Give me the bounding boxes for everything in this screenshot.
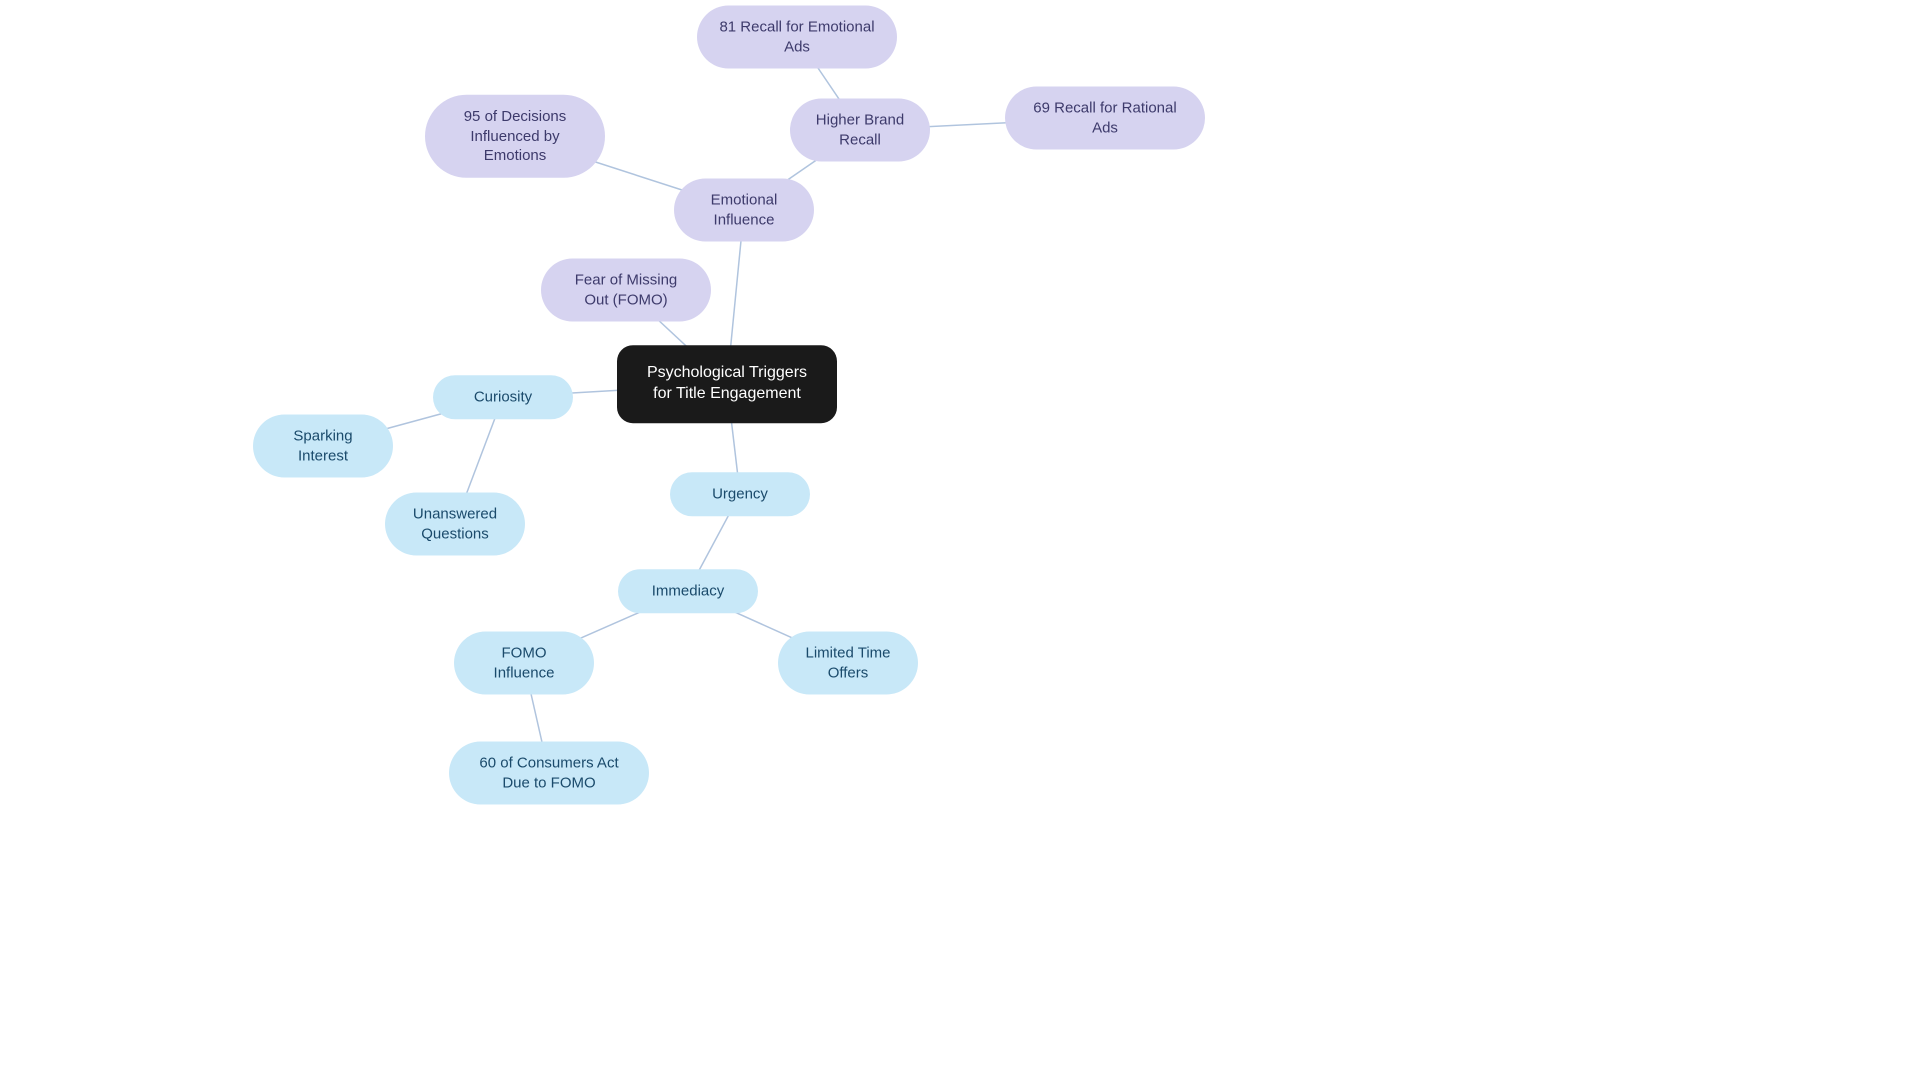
node-urgency[interactable]: Urgency bbox=[670, 472, 810, 516]
node-sparking_interest[interactable]: Sparking Interest bbox=[253, 415, 393, 478]
node-label-decisions_emotions: 95 of Decisions Influenced by Emotions bbox=[445, 107, 585, 166]
connections-svg bbox=[0, 0, 1920, 1083]
node-label-limited_time: Limited Time Offers bbox=[798, 644, 898, 683]
node-unanswered_questions[interactable]: Unanswered Questions bbox=[385, 493, 525, 556]
node-immediacy[interactable]: Immediacy bbox=[618, 569, 758, 613]
node-label-curiosity: Curiosity bbox=[474, 387, 532, 407]
node-limited_time[interactable]: Limited Time Offers bbox=[778, 632, 918, 695]
node-label-urgency: Urgency bbox=[712, 484, 768, 504]
node-label-higher_brand_recall: Higher Brand Recall bbox=[810, 111, 910, 150]
node-label-fomo_influence: FOMO Influence bbox=[474, 644, 574, 683]
node-label-center: Psychological Triggers for Title Engagem… bbox=[645, 363, 809, 405]
node-emotional_influence[interactable]: Emotional Influence bbox=[674, 179, 814, 242]
node-fomo_influence[interactable]: FOMO Influence bbox=[454, 632, 594, 695]
node-label-consumers_fomo: 60 of Consumers Act Due to FOMO bbox=[469, 754, 629, 793]
node-center[interactable]: Psychological Triggers for Title Engagem… bbox=[617, 345, 837, 423]
node-consumers_fomo[interactable]: 60 of Consumers Act Due to FOMO bbox=[449, 742, 649, 805]
node-label-emotional_influence: Emotional Influence bbox=[694, 191, 794, 230]
node-label-recall_rational: 69 Recall for Rational Ads bbox=[1025, 99, 1185, 138]
node-recall_rational[interactable]: 69 Recall for Rational Ads bbox=[1005, 87, 1205, 150]
node-label-unanswered_questions: Unanswered Questions bbox=[405, 505, 505, 544]
mindmap-container: Psychological Triggers for Title Engagem… bbox=[0, 0, 1920, 1083]
node-recall_emotional[interactable]: 81 Recall for Emotional Ads bbox=[697, 6, 897, 69]
node-decisions_emotions[interactable]: 95 of Decisions Influenced by Emotions bbox=[425, 95, 605, 178]
node-label-fomo: Fear of Missing Out (FOMO) bbox=[561, 271, 691, 310]
node-label-immediacy: Immediacy bbox=[652, 581, 725, 601]
node-higher_brand_recall[interactable]: Higher Brand Recall bbox=[790, 99, 930, 162]
node-label-recall_emotional: 81 Recall for Emotional Ads bbox=[717, 18, 877, 57]
node-label-sparking_interest: Sparking Interest bbox=[273, 427, 373, 466]
node-curiosity[interactable]: Curiosity bbox=[433, 375, 573, 419]
node-fomo[interactable]: Fear of Missing Out (FOMO) bbox=[541, 259, 711, 322]
